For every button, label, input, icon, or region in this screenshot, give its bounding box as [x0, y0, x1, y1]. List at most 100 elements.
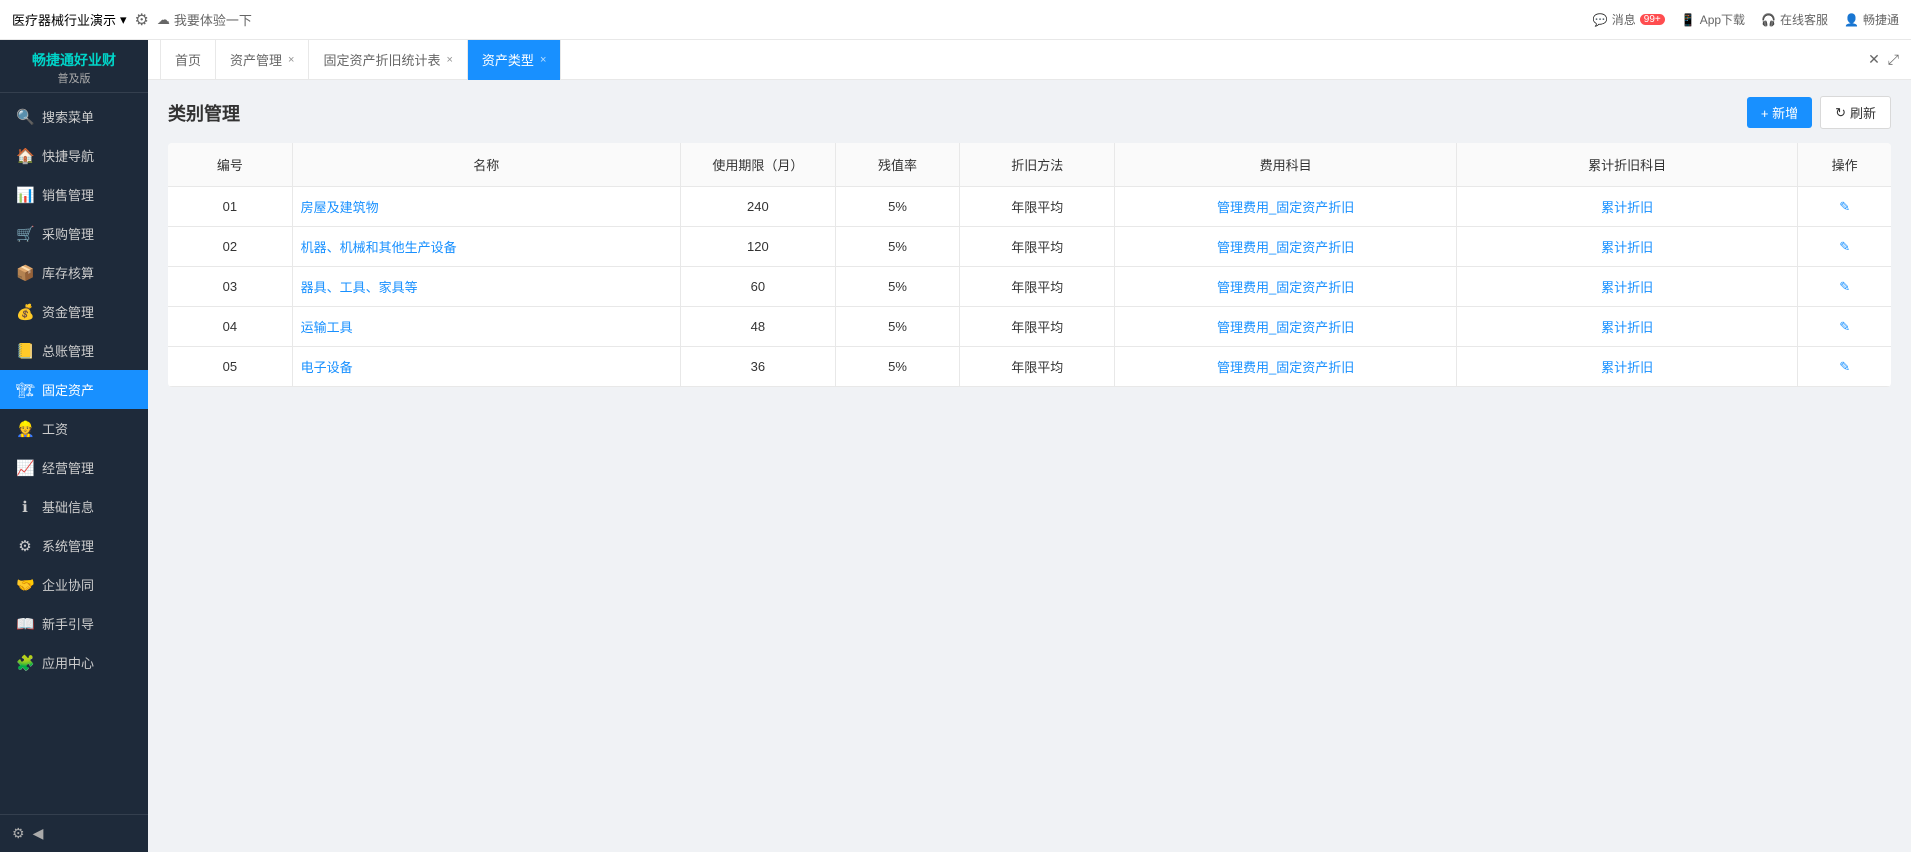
messages-button[interactable]: 💬 消息 99+	[1593, 11, 1665, 28]
cell-code: 03	[168, 267, 292, 307]
table-row: 04 运输工具 48 5% 年限平均 管理费用_固定资产折旧 累计折旧 ✎	[168, 307, 1891, 347]
cell-name[interactable]: 房屋及建筑物	[292, 187, 680, 227]
sidebar-item-label: 采购管理	[42, 224, 94, 243]
company-name: 医疗器械行业演示	[12, 10, 116, 29]
dropdown-icon: ▾	[120, 12, 127, 28]
cell-action[interactable]: ✎	[1798, 227, 1891, 267]
new-button[interactable]: + 新增	[1747, 97, 1812, 128]
sidebar-icon: 🛒	[16, 225, 34, 243]
sidebar-item-企业协同[interactable]: 🤝企业协同	[0, 565, 148, 604]
cell-accum: 累计折旧	[1456, 347, 1797, 387]
sidebar-item-经营管理[interactable]: 📈经营管理	[0, 448, 148, 487]
cell-name[interactable]: 器具、工具、家具等	[292, 267, 680, 307]
th-code: 编号	[168, 143, 292, 187]
tab-close-icon[interactable]: ×	[288, 54, 294, 66]
cell-action[interactable]: ✎	[1798, 347, 1891, 387]
sidebar-item-label: 应用中心	[42, 653, 94, 672]
sidebar-icon: 💰	[16, 303, 34, 321]
close-tab-icon[interactable]: ✕	[1868, 51, 1880, 68]
tab-固定资产折旧统计表[interactable]: 固定资产折旧统计表×	[309, 40, 467, 80]
sidebar-icon: 📦	[16, 264, 34, 282]
sidebar-icon: 🏗	[16, 381, 34, 399]
cell-name[interactable]: 运输工具	[292, 307, 680, 347]
cell-residual: 5%	[835, 227, 959, 267]
edit-icon[interactable]: ✎	[1839, 359, 1850, 374]
sidebar-item-label: 固定资产	[42, 380, 94, 399]
sidebar-item-资金管理[interactable]: 💰资金管理	[0, 292, 148, 331]
sidebar-item-快捷导航[interactable]: 🏠快捷导航	[0, 136, 148, 175]
cell-code: 05	[168, 347, 292, 387]
sidebar-icon: 🧩	[16, 654, 34, 672]
page-title: 类别管理	[168, 100, 240, 126]
main-layout: 畅捷通好业财 普及版 🔍搜索菜单🏠快捷导航📊销售管理 🛒 采购管理 📦库存核算💰资金管…	[0, 40, 1911, 852]
sidebar-item-系统管理[interactable]: ⚙系统管理	[0, 526, 148, 565]
sidebar-logo: 畅捷通好业财 普及版	[0, 40, 148, 93]
sidebar-item-基础信息[interactable]: ℹ 基础信息	[0, 487, 148, 526]
tab-资产类型[interactable]: 资产类型×	[468, 40, 561, 80]
cell-action[interactable]: ✎	[1798, 307, 1891, 347]
sidebar-item-工资[interactable]: 👷工资	[0, 409, 148, 448]
tab-close-icon[interactable]: ×	[446, 54, 452, 66]
sidebar-item-固定资产[interactable]: 🏗 固定资产	[0, 370, 148, 409]
customer-service-button[interactable]: 🎧 在线客服	[1761, 11, 1828, 28]
cell-name[interactable]: 电子设备	[292, 347, 680, 387]
sidebar-item-label: 系统管理	[42, 536, 94, 555]
th-name: 名称	[292, 143, 680, 187]
sidebar-item-采购管理[interactable]: 🛒 采购管理	[0, 214, 148, 253]
sidebar-item-新手引导[interactable]: 📖新手引导	[0, 604, 148, 643]
edit-icon[interactable]: ✎	[1839, 239, 1850, 254]
username-label: 畅捷通	[1863, 11, 1899, 28]
cell-action[interactable]: ✎	[1798, 267, 1891, 307]
app-download-button[interactable]: 📱 App下载	[1681, 11, 1745, 28]
cell-action[interactable]: ✎	[1798, 187, 1891, 227]
content-area: 首页资产管理×固定资产折旧统计表×资产类型× ✕ ⤢ 类别管理 + 新增 ↻ 刷…	[148, 40, 1911, 852]
th-period: 使用期限（月）	[680, 143, 835, 187]
th-expense: 费用科目	[1115, 143, 1456, 187]
sidebar-item-搜索菜单[interactable]: 🔍搜索菜单	[0, 97, 148, 136]
settings-icon[interactable]: ⚙	[135, 10, 149, 30]
logo-sub: 普及版	[58, 70, 91, 86]
cell-accum: 累计折旧	[1456, 227, 1797, 267]
cell-name[interactable]: 机器、机械和其他生产设备	[292, 227, 680, 267]
sidebar-settings-icon[interactable]: ⚙	[12, 825, 25, 842]
edit-icon[interactable]: ✎	[1839, 279, 1850, 294]
sidebar-icon: 👷	[16, 420, 34, 438]
sidebar-icon: ℹ	[16, 498, 34, 516]
sidebar: 畅捷通好业财 普及版 🔍搜索菜单🏠快捷导航📊销售管理 🛒 采购管理 📦库存核算💰资金管…	[0, 40, 148, 852]
cell-residual: 5%	[835, 187, 959, 227]
tab-close-icon[interactable]: ×	[540, 54, 546, 66]
tab-bar: 首页资产管理×固定资产折旧统计表×资产类型× ✕ ⤢	[148, 40, 1911, 80]
tab-actions: ✕ ⤢	[1868, 51, 1899, 68]
cell-expense: 管理费用_固定资产折旧	[1115, 347, 1456, 387]
sidebar-icon: 🔍	[16, 108, 34, 126]
sidebar-item-label: 总账管理	[42, 341, 94, 360]
refresh-button[interactable]: ↻ 刷新	[1820, 96, 1891, 129]
topbar: 医疗器械行业演示 ▾ ⚙ ☁ 我要体验一下 💬 消息 99+ 📱 App下载 🎧…	[0, 0, 1911, 40]
edit-icon[interactable]: ✎	[1839, 319, 1850, 334]
trial-button[interactable]: ☁ 我要体验一下	[157, 10, 252, 29]
trial-label: 我要体验一下	[174, 10, 252, 29]
table: 编号 名称 使用期限（月） 残值率 折旧方法 费用科目 累计折旧科目 操作 0	[168, 143, 1891, 387]
sidebar-item-label: 经营管理	[42, 458, 94, 477]
company-selector[interactable]: 医疗器械行业演示 ▾	[12, 10, 127, 29]
cell-method: 年限平均	[960, 227, 1115, 267]
sidebar-item-总账管理[interactable]: 📒总账管理	[0, 331, 148, 370]
cell-expense: 管理费用_固定资产折旧	[1115, 307, 1456, 347]
sidebar-item-应用中心[interactable]: 🧩 应用中心	[0, 643, 148, 682]
sidebar-item-销售管理[interactable]: 📊销售管理	[0, 175, 148, 214]
expand-tab-icon[interactable]: ⤢	[1888, 51, 1899, 68]
tab-首页[interactable]: 首页	[160, 40, 216, 80]
cell-method: 年限平均	[960, 347, 1115, 387]
user-profile-button[interactable]: 👤 畅捷通	[1844, 11, 1899, 28]
tab-资产管理[interactable]: 资产管理 ×	[216, 40, 309, 80]
asset-type-table: 编号 名称 使用期限（月） 残值率 折旧方法 费用科目 累计折旧科目 操作 0	[168, 143, 1891, 387]
th-method: 折旧方法	[960, 143, 1115, 187]
edit-icon[interactable]: ✎	[1839, 199, 1850, 214]
sidebar-icon: 🤝	[16, 576, 34, 594]
sidebar-item-label: 新手引导	[42, 614, 94, 633]
sidebar-item-label: 基础信息	[42, 497, 94, 516]
table-row: 01 房屋及建筑物 240 5% 年限平均 管理费用_固定资产折旧 累计折旧 ✎	[168, 187, 1891, 227]
sidebar-item-库存核算[interactable]: 📦库存核算	[0, 253, 148, 292]
tab-label: 资产管理	[230, 50, 282, 69]
sidebar-collapse-icon[interactable]: ◀	[33, 825, 44, 842]
